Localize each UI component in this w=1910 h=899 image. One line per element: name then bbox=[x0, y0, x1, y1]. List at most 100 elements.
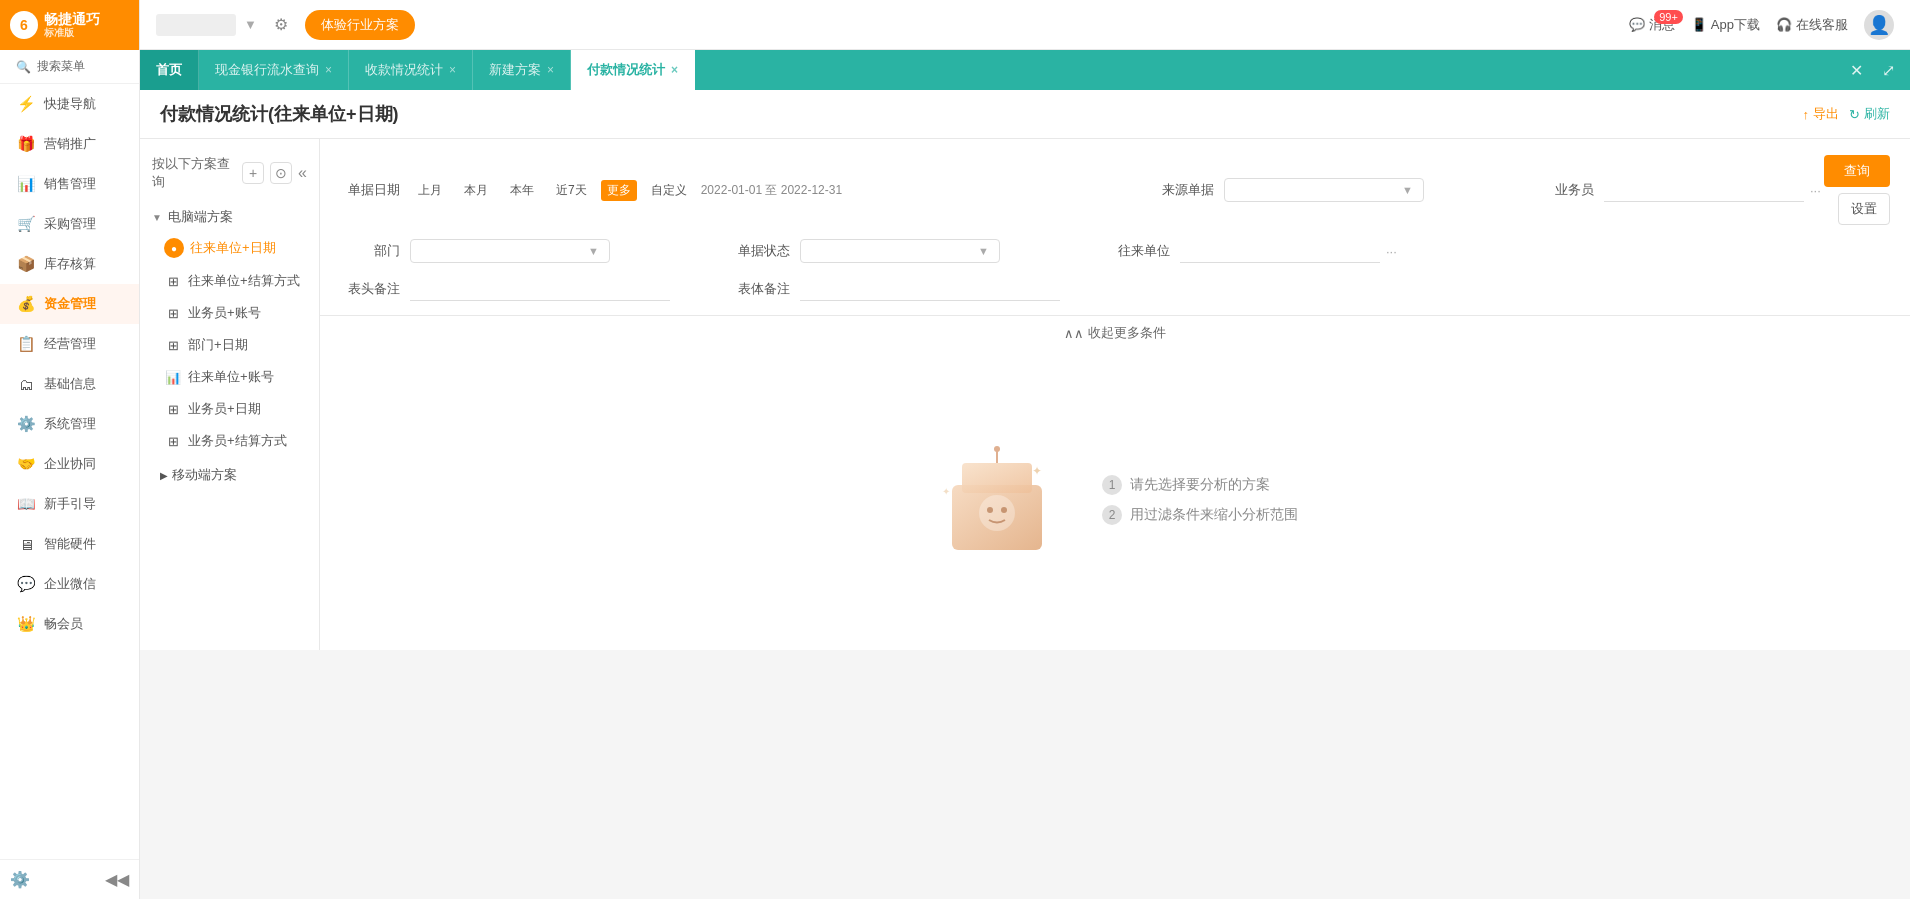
date-btn-cur-year[interactable]: 本年 bbox=[502, 179, 542, 202]
vip-icon: 👑 bbox=[16, 614, 36, 634]
dept-select[interactable]: ▼ bbox=[410, 239, 610, 263]
tab-bar: 首页 现金银行流水查询 × 收款情况统计 × 新建方案 × 付款情况统计 × ✕… bbox=[140, 50, 1910, 90]
user-avatar[interactable]: 👤 bbox=[1864, 10, 1894, 40]
desktop-group-header[interactable]: ▼ 电脑端方案 bbox=[140, 203, 319, 231]
date-btn-cur-month[interactable]: 本月 bbox=[456, 179, 496, 202]
sidebar-item-enterprise[interactable]: 🤝 企业协同 bbox=[0, 444, 139, 484]
purchase-icon: 🛒 bbox=[16, 214, 36, 234]
tab-close-all-btn[interactable]: ✕ bbox=[1844, 58, 1868, 82]
messages-btn[interactable]: 💬 消息 99+ bbox=[1629, 16, 1675, 34]
scheme-item-5[interactable]: ⊞ 业务员+日期 bbox=[140, 393, 319, 425]
topbar-right: 💬 消息 99+ 📱 App下载 🎧 在线客服 👤 bbox=[1629, 10, 1894, 40]
collapse-conditions-btn[interactable]: ∧∧ 收起更多条件 bbox=[320, 315, 1910, 350]
source-dropdown-icon: ▼ bbox=[1402, 184, 1413, 196]
sidebar-item-operations[interactable]: 📋 经营管理 bbox=[0, 324, 139, 364]
sidebar-item-smart-hw[interactable]: 🖥 智能硬件 bbox=[0, 524, 139, 564]
tab-bank-flow-close[interactable]: × bbox=[325, 63, 332, 77]
nav-label: 营销推广 bbox=[44, 135, 96, 153]
refresh-icon: ↻ bbox=[1849, 107, 1860, 122]
page-title: 付款情况统计(往来单位+日期) bbox=[160, 102, 399, 126]
online-service-label: 在线客服 bbox=[1796, 16, 1848, 34]
scheme-item-4[interactable]: 📊 往来单位+账号 bbox=[140, 361, 319, 393]
date-btn-more[interactable]: 更多 bbox=[601, 180, 637, 201]
sidebar-item-vip[interactable]: 👑 畅会员 bbox=[0, 604, 139, 644]
date-btn-prev-month[interactable]: 上月 bbox=[410, 179, 450, 202]
online-service-btn[interactable]: 🎧 在线客服 bbox=[1776, 16, 1848, 34]
sidebar-item-sales[interactable]: 📊 销售管理 bbox=[0, 164, 139, 204]
query-button[interactable]: 查询 bbox=[1824, 155, 1890, 187]
scheme-item-label: 往来单位+账号 bbox=[188, 368, 274, 386]
date-btn-custom[interactable]: 自定义 bbox=[643, 179, 695, 202]
collapse-sidebar-icon[interactable]: ◀◀ bbox=[105, 870, 129, 889]
sidebar-item-finance[interactable]: 💰 资金管理 bbox=[0, 284, 139, 324]
group-name: 电脑端方案 bbox=[168, 208, 233, 226]
refresh-label: 刷新 bbox=[1864, 105, 1890, 123]
tab-new-plan[interactable]: 新建方案 × bbox=[473, 50, 571, 90]
tab-payment-stats[interactable]: 付款情况统计 × bbox=[571, 50, 695, 90]
header-note-label: 表头备注 bbox=[340, 280, 400, 298]
tab-receipt-stats[interactable]: 收款情况统计 × bbox=[349, 50, 473, 90]
sidebar-item-wechat[interactable]: 💬 企业微信 bbox=[0, 564, 139, 604]
filter-settings-btn[interactable]: 设置 bbox=[1838, 193, 1890, 225]
inventory-icon: 📦 bbox=[16, 254, 36, 274]
salesperson-input[interactable] bbox=[1604, 178, 1804, 202]
export-button[interactable]: ↑ 导出 bbox=[1803, 105, 1840, 123]
refresh-button[interactable]: ↻ 刷新 bbox=[1849, 105, 1890, 123]
tab-home[interactable]: 首页 bbox=[140, 50, 199, 90]
nav-label: 企业微信 bbox=[44, 575, 96, 593]
sidebar-item-marketing[interactable]: 🎁 营销推广 bbox=[0, 124, 139, 164]
header-note-input[interactable] bbox=[410, 277, 670, 301]
voucher-status-filter: ▼ bbox=[800, 239, 1080, 263]
tab-bank-flow[interactable]: 现金银行流水查询 × bbox=[199, 50, 349, 90]
scheme-item-3[interactable]: ⊞ 部门+日期 bbox=[140, 329, 319, 361]
nav-label: 新手引导 bbox=[44, 495, 96, 513]
finance-icon: 💰 bbox=[16, 294, 36, 314]
wechat-icon: 💬 bbox=[16, 574, 36, 594]
add-scheme-btn[interactable]: + bbox=[242, 162, 264, 184]
body-note-input[interactable] bbox=[800, 277, 1060, 301]
date-btn-7days[interactable]: 近7天 bbox=[548, 179, 595, 202]
tab-receipt-stats-close[interactable]: × bbox=[449, 63, 456, 77]
scheme-collapse-btn[interactable]: « bbox=[298, 164, 307, 182]
sidebar-item-basic-info[interactable]: 🗂 基础信息 bbox=[0, 364, 139, 404]
scheme-item-1[interactable]: ⊞ 往来单位+结算方式 bbox=[140, 265, 319, 297]
sidebar-item-quick-nav[interactable]: ⚡ 快捷导航 bbox=[0, 84, 139, 124]
app-download-btn[interactable]: 📱 App下载 bbox=[1691, 16, 1760, 34]
svg-text:✦: ✦ bbox=[1032, 464, 1042, 478]
sidebar-item-guide[interactable]: 📖 新手引导 bbox=[0, 484, 139, 524]
message-icon: 💬 bbox=[1629, 17, 1645, 32]
sidebar-item-system[interactable]: ⚙️ 系统管理 bbox=[0, 404, 139, 444]
download-icon: 📱 bbox=[1691, 17, 1707, 32]
hint-1: 1 请先选择要分析的方案 bbox=[1102, 475, 1298, 495]
topbar: ▼ ⚙ 体验行业方案 💬 消息 99+ 📱 App下载 🎧 在线客服 👤 bbox=[140, 0, 1910, 50]
scheme-item-label: 业务员+账号 bbox=[188, 304, 261, 322]
sidebar-item-inventory[interactable]: 📦 库存核算 bbox=[0, 244, 139, 284]
tab-receipt-stats-label: 收款情况统计 bbox=[365, 61, 443, 79]
search-menu[interactable]: 🔍 搜索菜单 bbox=[0, 50, 139, 84]
settings-footer-icon[interactable]: ⚙️ bbox=[10, 870, 30, 889]
source-select[interactable]: ▼ bbox=[1224, 178, 1424, 202]
topbar-settings-btn[interactable]: ⚙ bbox=[267, 11, 295, 39]
sidebar-item-purchase[interactable]: 🛒 采购管理 bbox=[0, 204, 139, 244]
counterpart-more-icon[interactable]: ··· bbox=[1386, 244, 1397, 259]
filter-row-3: 表头备注 表体备注 bbox=[340, 277, 1890, 301]
tab-expand-btn[interactable]: ⤢ bbox=[1876, 58, 1900, 82]
scheme-item-0[interactable]: ● 往来单位+日期 bbox=[140, 231, 319, 265]
logo-icon: 6 bbox=[10, 11, 38, 39]
tab-payment-stats-close[interactable]: × bbox=[671, 63, 678, 77]
scheme-settings-btn[interactable]: ⊙ bbox=[270, 162, 292, 184]
counterpart-input[interactable] bbox=[1180, 239, 1380, 263]
query-btn-area: 查询 设置 bbox=[1824, 155, 1890, 225]
company-dropdown-icon[interactable]: ▼ bbox=[244, 17, 257, 32]
page-content: 付款情况统计(往来单位+日期) ↑ 导出 ↻ 刷新 按以下方案查询 + bbox=[140, 90, 1910, 899]
scheme-item-2[interactable]: ⊞ 业务员+账号 bbox=[140, 297, 319, 329]
scheme-item-6[interactable]: ⊞ 业务员+结算方式 bbox=[140, 425, 319, 457]
tab-new-plan-close[interactable]: × bbox=[547, 63, 554, 77]
quick-nav-icon: ⚡ bbox=[16, 94, 36, 114]
trial-button[interactable]: 体验行业方案 bbox=[305, 10, 415, 40]
mobile-group-arrow: ▶ bbox=[160, 470, 168, 481]
salesperson-more-icon[interactable]: ··· bbox=[1810, 183, 1821, 198]
tab-home-label: 首页 bbox=[156, 61, 182, 79]
voucher-status-select[interactable]: ▼ bbox=[800, 239, 1000, 263]
mobile-group-header[interactable]: ▶ 移动端方案 bbox=[140, 461, 319, 489]
